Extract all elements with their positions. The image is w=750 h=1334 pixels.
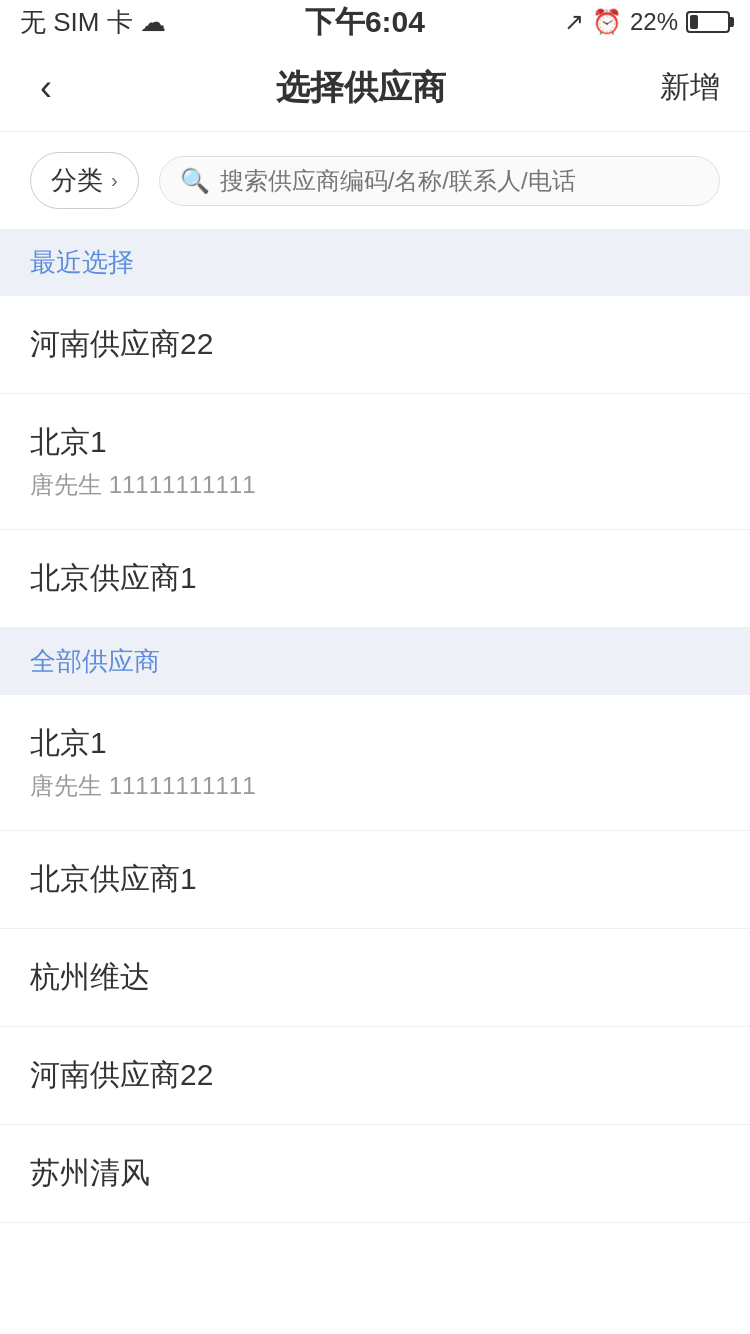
status-right: ↗ ⏰ 22% (564, 8, 730, 36)
filter-bar: 分类 › 🔍 (0, 132, 750, 229)
category-label: 分类 (51, 163, 103, 198)
item-detail: 唐先生 11111111111 (30, 469, 720, 501)
page-title: 选择供应商 (276, 65, 446, 111)
item-name: 北京供应商1 (30, 558, 720, 599)
list-item[interactable]: 杭州维达 (0, 929, 750, 1027)
recent-section-header: 最近选择 (0, 229, 750, 296)
item-name: 河南供应商22 (30, 324, 720, 365)
item-name: 北京供应商1 (30, 859, 720, 900)
item-name: 杭州维达 (30, 957, 720, 998)
list-item[interactable]: 河南供应商22 (0, 1027, 750, 1125)
location-icon: ↗ (564, 8, 584, 36)
recent-section-label: 最近选择 (30, 247, 134, 277)
category-button[interactable]: 分类 › (30, 152, 139, 209)
item-name: 苏州清风 (30, 1153, 720, 1194)
list-item[interactable]: 苏州清风 (0, 1125, 750, 1223)
status-time: 下午6:04 (305, 2, 425, 43)
search-icon: 🔍 (180, 167, 210, 195)
item-name: 北京1 (30, 723, 720, 764)
status-left: 无 SIM 卡 ☁ (20, 5, 166, 40)
all-section-label: 全部供应商 (30, 646, 160, 676)
search-input[interactable] (220, 167, 699, 195)
add-button[interactable]: 新增 (660, 67, 720, 108)
all-list: 北京1 唐先生 11111111111 北京供应商1 杭州维达河南供应商22 苏州清风 (0, 695, 750, 1223)
item-name: 北京1 (30, 422, 720, 463)
item-name: 河南供应商22 (30, 1055, 720, 1096)
search-box[interactable]: 🔍 (159, 156, 720, 206)
list-item[interactable]: 河南供应商22 (0, 296, 750, 394)
recent-list: 河南供应商22 北京1 唐先生 11111111111 北京供应商1 (0, 296, 750, 628)
sim-status: 无 SIM 卡 ☁ (20, 5, 166, 40)
list-item[interactable]: 北京1 唐先生 11111111111 (0, 394, 750, 530)
chevron-right-icon: › (111, 169, 118, 192)
list-item[interactable]: 北京供应商1 (0, 530, 750, 628)
battery-icon (686, 11, 730, 33)
back-button[interactable]: ‹ (30, 57, 62, 119)
battery-percent: 22% (630, 8, 678, 36)
item-detail: 唐先生 11111111111 (30, 770, 720, 802)
status-bar: 无 SIM 卡 ☁ 下午6:04 ↗ ⏰ 22% (0, 0, 750, 44)
list-item[interactable]: 北京1 唐先生 11111111111 (0, 695, 750, 831)
nav-bar: ‹ 选择供应商 新增 (0, 44, 750, 132)
list-item[interactable]: 北京供应商1 (0, 831, 750, 929)
alarm-icon: ⏰ (592, 8, 622, 36)
all-section-header: 全部供应商 (0, 628, 750, 695)
